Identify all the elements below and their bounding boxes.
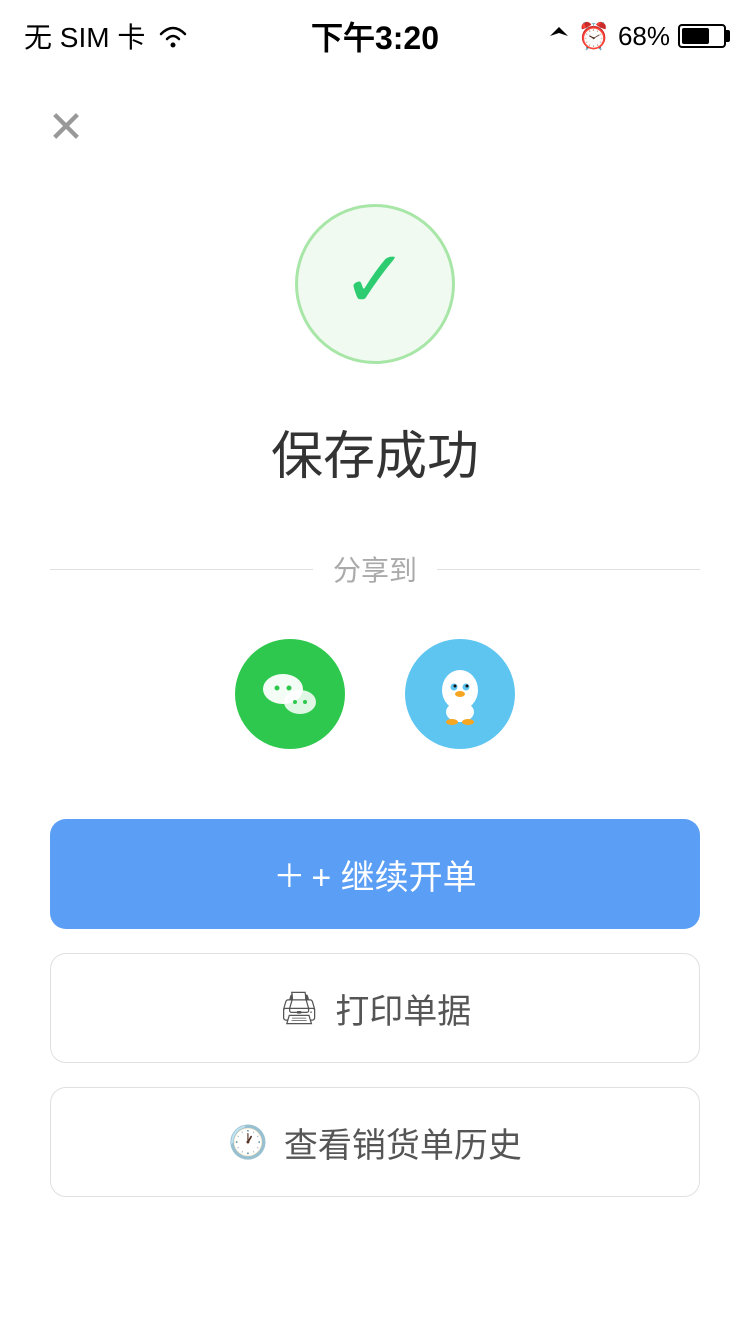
history-label: 查看销货单历史 xyxy=(284,1118,522,1167)
continue-label: + 继续开单 xyxy=(311,850,476,899)
action-buttons: ＋ + 继续开单 🖨 打印单据 🕐 查看销货单历史 xyxy=(50,819,700,1197)
wifi-icon xyxy=(155,23,191,49)
history-icon: 🕐 xyxy=(228,1123,268,1161)
history-button[interactable]: 🕐 查看销货单历史 xyxy=(50,1087,700,1197)
wechat-icon xyxy=(258,667,323,722)
qq-icon xyxy=(428,662,493,727)
share-label: 分享到 xyxy=(333,549,417,589)
share-icons xyxy=(235,639,515,749)
main-content: ✓ 保存成功 分享到 xyxy=(0,164,750,1334)
status-bar: 无 SIM 卡 下午3:20 ⏰ 68% xyxy=(0,0,750,72)
status-carrier: 无 SIM 卡 xyxy=(24,16,191,56)
carrier-text: 无 SIM 卡 xyxy=(24,16,145,56)
print-label: 打印单据 xyxy=(335,984,471,1033)
plus-icon: ＋ xyxy=(273,851,305,897)
qq-share-button[interactable] xyxy=(405,639,515,749)
share-divider: 分享到 xyxy=(50,549,700,589)
divider-left xyxy=(50,569,313,570)
wechat-share-button[interactable] xyxy=(235,639,345,749)
battery-fill xyxy=(682,28,709,44)
divider-right xyxy=(437,569,700,570)
close-button[interactable]: ✕ xyxy=(30,92,102,164)
continue-button[interactable]: ＋ + 继续开单 xyxy=(50,819,700,929)
print-button[interactable]: 🖨 打印单据 xyxy=(50,953,700,1063)
status-right: ⏰ 68% xyxy=(548,21,726,52)
battery-percent: 68% xyxy=(618,21,670,52)
checkmark-icon: ✓ xyxy=(341,240,408,320)
close-icon: ✕ xyxy=(48,106,85,150)
location-icon xyxy=(548,25,570,47)
print-icon: 🖨 xyxy=(279,989,320,1027)
status-time: 下午3:20 xyxy=(311,13,439,59)
alarm-icon: ⏰ xyxy=(578,21,610,52)
success-circle: ✓ xyxy=(295,204,455,364)
success-title: 保存成功 xyxy=(271,414,479,489)
battery-bar xyxy=(678,24,726,48)
